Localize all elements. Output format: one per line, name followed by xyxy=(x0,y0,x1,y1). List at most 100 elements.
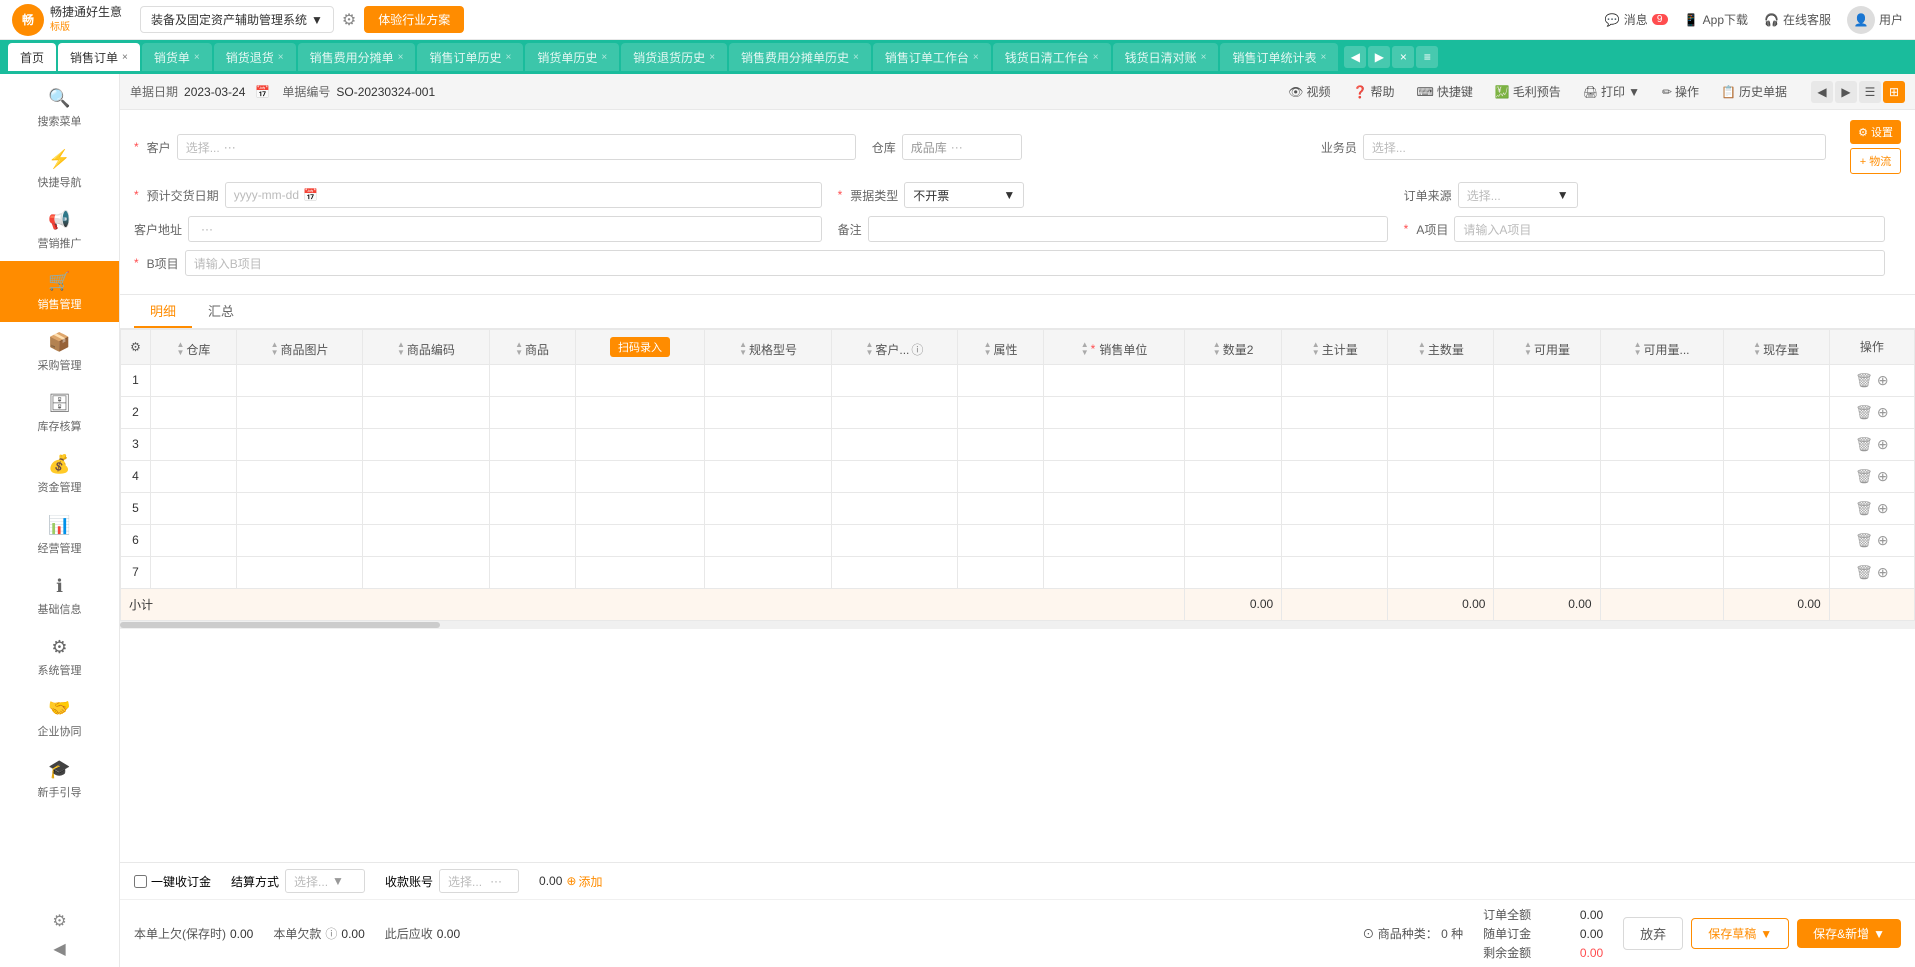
sidebar-item-search[interactable]: 🔍 搜索菜单 xyxy=(0,78,119,139)
col-gear[interactable]: ⚙ xyxy=(121,330,151,365)
tab-workbench[interactable]: 销售订单工作台 × xyxy=(873,43,991,71)
scrollbar-thumb[interactable] xyxy=(120,622,440,628)
message-btn[interactable]: 💬 消息 9 xyxy=(1605,11,1668,28)
sidebar-item-marketing[interactable]: 📢 营销推广 xyxy=(0,200,119,261)
sidebar-item-operation[interactable]: 📊 经营管理 xyxy=(0,505,119,566)
copy-icon[interactable]: ⊕ xyxy=(1877,372,1889,389)
tab-sales-order[interactable]: 销售订单 × xyxy=(58,43,140,71)
help-btn[interactable]: ❓ 帮助 xyxy=(1347,81,1401,102)
settlement-select[interactable]: 选择... ▼ xyxy=(285,869,365,893)
delete-icon[interactable]: 🗑 xyxy=(1855,372,1873,389)
tab-stats[interactable]: 销售订单统计表 × xyxy=(1220,43,1338,71)
save-draft-btn[interactable]: 保存草稿 ▼ xyxy=(1691,918,1789,949)
tab-next-btn[interactable]: ▶ xyxy=(1368,46,1390,68)
tab-slip-history[interactable]: 销货单历史 × xyxy=(525,43,619,71)
settings-icon[interactable]: ⚙ xyxy=(52,911,66,931)
industry-btn[interactable]: 体验行业方案 xyxy=(364,6,464,33)
a-project-input[interactable]: 请输入A项目 xyxy=(1454,216,1885,242)
print-btn[interactable]: 🖨 打印 ▼ xyxy=(1577,81,1646,102)
barcode-input-btn[interactable]: 扫码录入 xyxy=(610,337,670,357)
tab-daily-reconcile[interactable]: 钱货日清对账 × xyxy=(1113,43,1219,71)
invoice-type-select[interactable]: 不开票 ▼ xyxy=(904,182,1024,208)
calendar-icon[interactable]: 📅 xyxy=(255,85,270,99)
address-input[interactable]: ··· xyxy=(188,216,822,242)
sidebar-item-guide[interactable]: 🎓 新手引导 xyxy=(0,749,119,810)
copy-icon[interactable]: ⊕ xyxy=(1877,564,1889,581)
delete-icon[interactable]: 🗑 xyxy=(1855,532,1873,549)
add-btn[interactable]: ⊕ 添加 xyxy=(566,873,602,890)
b-project-input[interactable]: 请输入B项目 xyxy=(185,250,1885,276)
add-logistics-btn[interactable]: + 物流 xyxy=(1850,148,1901,174)
horizontal-scrollbar[interactable] xyxy=(120,621,1915,629)
shortcut-btn[interactable]: ⌨ 快捷键 xyxy=(1411,81,1479,102)
layout-list-btn[interactable]: ☰ xyxy=(1859,81,1881,103)
tab-prev-btn[interactable]: ◀ xyxy=(1344,46,1366,68)
copy-icon[interactable]: ⊕ xyxy=(1877,436,1889,453)
sidebar-item-system[interactable]: ⚙ 系统管理 xyxy=(0,627,119,688)
close-icon[interactable]: × xyxy=(1201,52,1207,63)
close-icon[interactable]: × xyxy=(278,52,284,63)
tab-home[interactable]: 首页 xyxy=(8,43,56,71)
customer-input[interactable]: 选择... ··· xyxy=(177,134,856,160)
sidebar-item-nav[interactable]: ⚡ 快捷导航 xyxy=(0,139,119,200)
close-icon[interactable]: × xyxy=(1320,52,1326,63)
gear-icon[interactable]: ⚙ xyxy=(342,10,356,30)
sidebar-item-finance[interactable]: 💰 资金管理 xyxy=(0,444,119,505)
tab-return-history[interactable]: 销货退货历史 × xyxy=(621,43,727,71)
delete-icon[interactable]: 🗑 xyxy=(1855,436,1873,453)
record-next-btn[interactable]: ▶ xyxy=(1835,81,1857,103)
warehouse-input[interactable]: 成品库 ··· xyxy=(902,134,1022,160)
delete-icon[interactable]: 🗑 xyxy=(1855,564,1873,581)
calendar-icon[interactable]: 📅 xyxy=(303,188,318,202)
quick-checkout-check[interactable]: 一键收订金 xyxy=(134,873,211,890)
delivery-date-input[interactable]: yyyy-mm-dd 📅 xyxy=(225,182,822,208)
app-download-btn[interactable]: 📱 App下载 xyxy=(1684,11,1748,28)
close-icon[interactable]: × xyxy=(973,52,979,63)
settings-panel-btn[interactable]: ⚙ 设置 xyxy=(1850,120,1901,144)
system-selector[interactable]: 装备及固定资产辅助管理系统 ▼ xyxy=(140,6,334,33)
close-icon[interactable]: × xyxy=(853,52,859,63)
sidebar-item-inventory[interactable]: 🗄 库存核算 xyxy=(0,383,119,444)
tab-daily-workbench[interactable]: 钱货日清工作台 × xyxy=(993,43,1111,71)
tab-close-all-btn[interactable]: × xyxy=(1392,46,1414,68)
delete-icon[interactable]: 🗑 xyxy=(1855,500,1873,517)
tab-summary[interactable]: 汇总 xyxy=(192,295,250,328)
sidebar-item-sales[interactable]: 🛒 销售管理 xyxy=(0,261,119,322)
tab-order-history[interactable]: 销售订单历史 × xyxy=(417,43,523,71)
copy-icon[interactable]: ⊕ xyxy=(1877,468,1889,485)
discard-btn[interactable]: 放弃 xyxy=(1623,917,1683,950)
user-btn[interactable]: 👤 用户 xyxy=(1847,6,1903,34)
remark-input[interactable] xyxy=(868,216,1388,242)
close-icon[interactable]: × xyxy=(505,52,511,63)
profit-btn[interactable]: 💹 毛利预告 xyxy=(1489,81,1567,102)
tab-sales-return[interactable]: 销货退货 × xyxy=(214,43,296,71)
sidebar-item-collab[interactable]: 🤝 企业协同 xyxy=(0,688,119,749)
operation-btn[interactable]: ✏ 操作 xyxy=(1656,81,1705,102)
close-icon[interactable]: × xyxy=(709,52,715,63)
copy-icon[interactable]: ⊕ xyxy=(1877,532,1889,549)
video-btn[interactable]: 👁 视频 xyxy=(1282,81,1336,102)
tab-detail[interactable]: 明细 xyxy=(134,295,192,328)
save-new-btn[interactable]: 保存&新增 ▼ xyxy=(1797,919,1901,948)
close-icon[interactable]: × xyxy=(194,52,200,63)
copy-icon[interactable]: ⊕ xyxy=(1877,404,1889,421)
close-icon[interactable]: × xyxy=(122,52,128,63)
copy-icon[interactable]: ⊕ xyxy=(1877,500,1889,517)
delete-icon[interactable]: 🗑 xyxy=(1855,468,1873,485)
receipt-select[interactable]: 选择... ··· xyxy=(439,869,519,893)
tab-menu-btn[interactable]: ≡ xyxy=(1416,46,1438,68)
record-prev-btn[interactable]: ◀ xyxy=(1811,81,1833,103)
delete-icon[interactable]: 🗑 xyxy=(1855,404,1873,421)
sidebar-item-purchase[interactable]: 📦 采购管理 xyxy=(0,322,119,383)
collapse-btn[interactable]: ◀ xyxy=(53,939,65,959)
close-icon[interactable]: × xyxy=(601,52,607,63)
online-service-btn[interactable]: 🎧 在线客服 xyxy=(1764,11,1831,28)
tab-split-history[interactable]: 销售费用分摊单历史 × xyxy=(729,43,871,71)
close-icon[interactable]: × xyxy=(398,52,404,63)
history-btn[interactable]: 📋 历史单据 xyxy=(1715,81,1793,102)
sidebar-item-basic[interactable]: ℹ 基础信息 xyxy=(0,566,119,627)
order-source-select[interactable]: 选择... ▼ xyxy=(1458,182,1578,208)
tab-sales-slip[interactable]: 销货单 × xyxy=(142,43,212,71)
layout-card-btn[interactable]: ⊞ xyxy=(1883,81,1905,103)
salesman-input[interactable]: 选择... xyxy=(1363,134,1826,160)
